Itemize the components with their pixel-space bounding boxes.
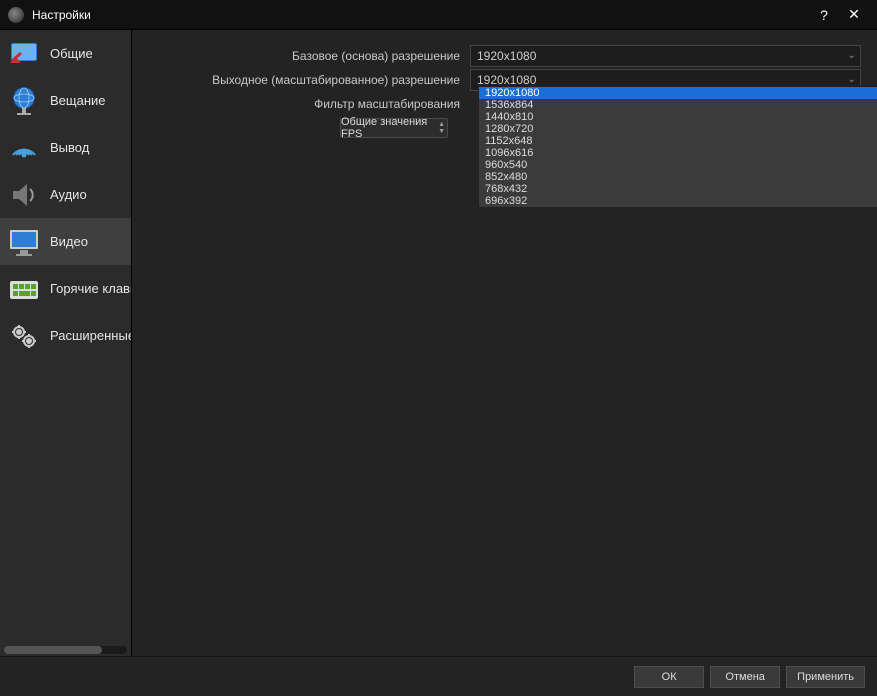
fps-combo[interactable]: Общие значения FPS ▲▼ (340, 118, 448, 138)
sidebar-item-label: Горячие клавиши (50, 281, 131, 296)
resolution-option[interactable]: 1440x810 (479, 111, 877, 123)
resolution-option[interactable]: 696x392 (479, 195, 877, 207)
window-title: Настройки (32, 8, 809, 22)
gear-icon (6, 36, 42, 72)
apply-button[interactable]: Применить (786, 666, 865, 688)
footer: ОК Отмена Применить (0, 656, 877, 696)
scrollbar-thumb[interactable] (4, 646, 102, 654)
base-resolution-combo[interactable]: 1920x1080 ⌄ (470, 45, 861, 67)
resolution-option[interactable]: 1096x616 (479, 147, 877, 159)
sidebar-item-label: Аудио (50, 187, 87, 202)
sidebar-scrollbar[interactable] (4, 646, 127, 654)
sidebar-item-hotkeys[interactable]: Горячие клавиши (0, 265, 131, 312)
spinner-icon[interactable]: ▲▼ (438, 121, 445, 135)
content-area: Базовое (основа) разрешение 1920x1080 ⌄ … (132, 30, 877, 656)
cancel-button[interactable]: Отмена (710, 666, 780, 688)
sidebar-item-label: Вывод (50, 140, 89, 155)
base-resolution-value: 1920x1080 (477, 49, 536, 63)
chevron-down-icon: ⌄ (848, 74, 856, 85)
resolution-option[interactable]: 1536x864 (479, 99, 877, 111)
fps-label: Общие значения FPS (341, 116, 447, 140)
titlebar: Настройки ? ✕ (0, 0, 877, 30)
gears-icon (6, 318, 42, 354)
signal-icon (6, 130, 42, 166)
sidebar: Общие Вещание Вывод Аудио Видео (0, 30, 132, 656)
monitor-icon (6, 224, 42, 260)
sidebar-item-video[interactable]: Видео (0, 218, 131, 265)
keyboard-icon (6, 271, 42, 307)
resolution-option[interactable]: 1280x720 (479, 123, 877, 135)
chevron-down-icon: ⌄ (848, 50, 856, 61)
sidebar-item-label: Вещание (50, 93, 106, 108)
resolution-dropdown: 1920x10801536x8641440x8101280x7201152x64… (478, 86, 877, 208)
speaker-icon (6, 177, 42, 213)
resolution-option[interactable]: 960x540 (479, 159, 877, 171)
resolution-option[interactable]: 852x480 (479, 171, 877, 183)
base-resolution-label: Базовое (основа) разрешение (140, 49, 470, 63)
globe-icon (6, 83, 42, 119)
output-resolution-label: Выходное (масштабированное) разрешение (140, 73, 470, 87)
resolution-option[interactable]: 1152x648 (479, 135, 877, 147)
filter-label: Фильтр масштабирования (140, 97, 470, 111)
sidebar-item-advanced[interactable]: Расширенные (0, 312, 131, 359)
sidebar-item-label: Расширенные (50, 328, 131, 343)
resolution-option[interactable]: 1920x1080 (479, 87, 877, 99)
sidebar-item-general[interactable]: Общие (0, 30, 131, 77)
output-resolution-value: 1920x1080 (477, 73, 536, 87)
sidebar-item-label: Видео (50, 234, 88, 249)
sidebar-item-output[interactable]: Вывод (0, 124, 131, 171)
resolution-option[interactable]: 768x432 (479, 183, 877, 195)
close-button[interactable]: ✕ (839, 6, 869, 23)
help-button[interactable]: ? (809, 7, 839, 23)
sidebar-item-audio[interactable]: Аудио (0, 171, 131, 218)
app-icon (8, 7, 24, 23)
ok-button[interactable]: ОК (634, 666, 704, 688)
sidebar-item-stream[interactable]: Вещание (0, 77, 131, 124)
sidebar-item-label: Общие (50, 46, 93, 61)
